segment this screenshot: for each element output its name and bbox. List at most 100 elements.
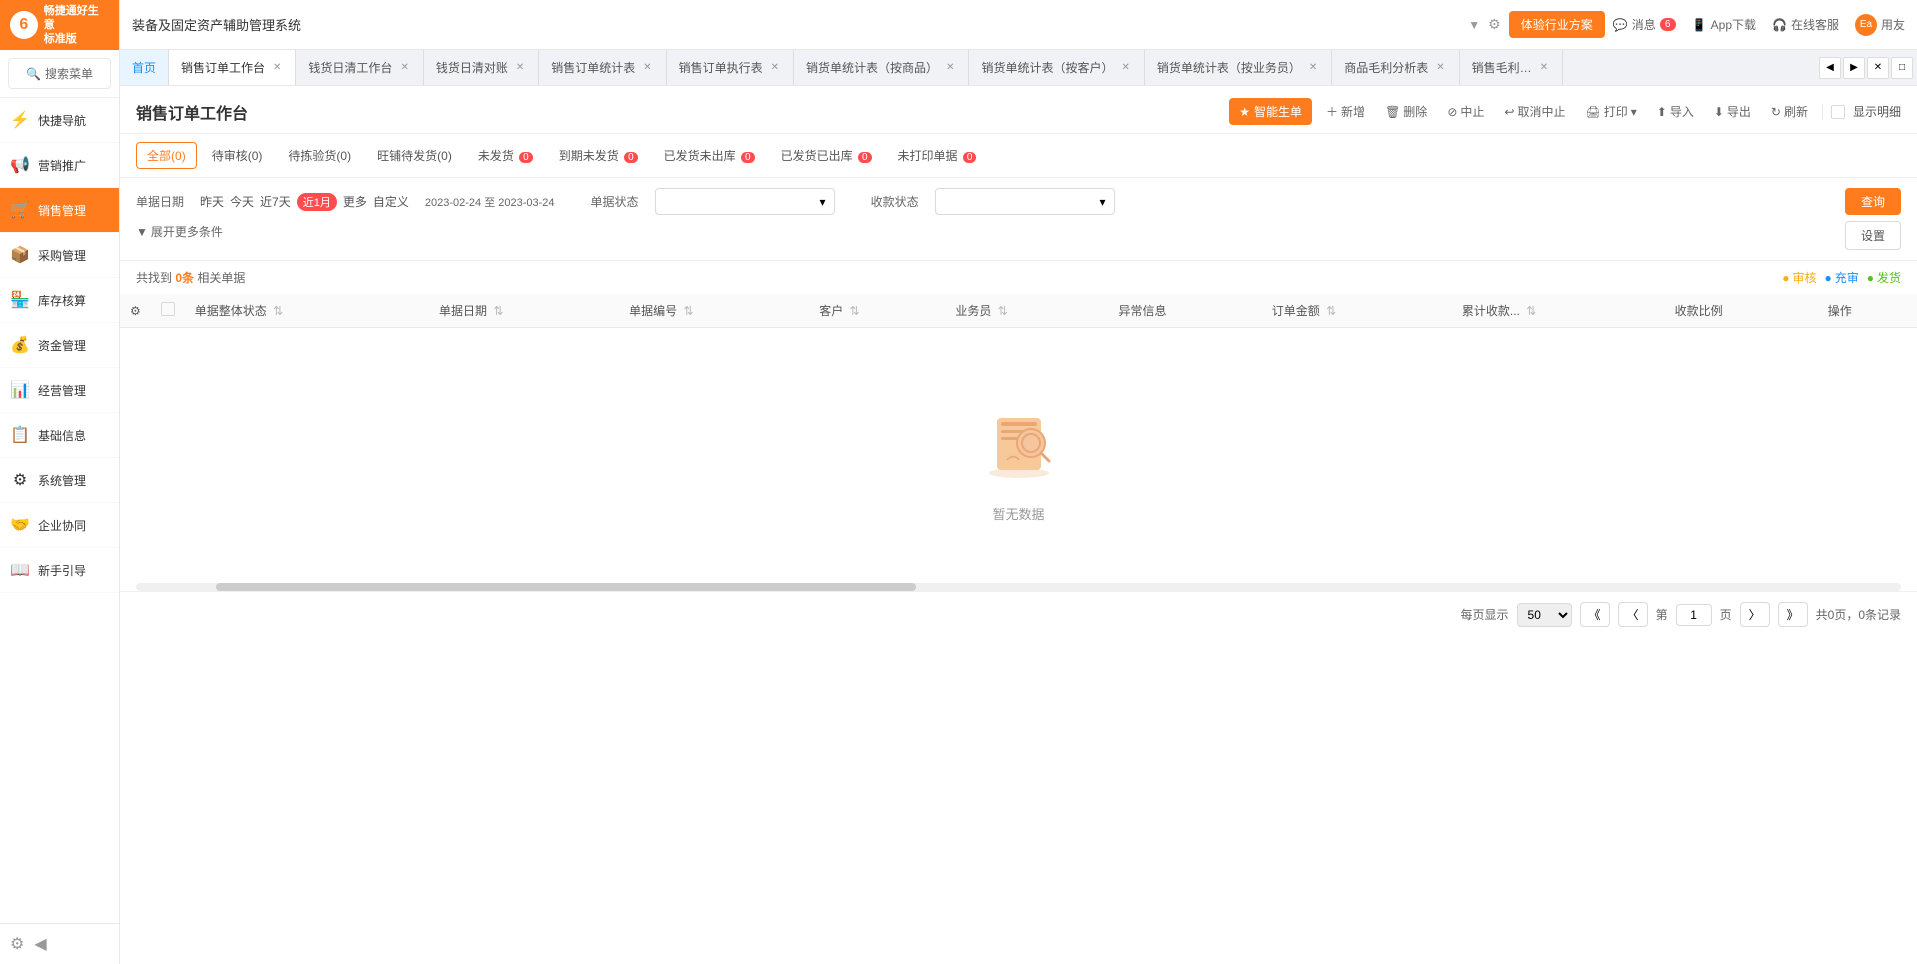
stop-button[interactable]: ⊘ 中止 — [1441, 99, 1490, 124]
sidebar-item-management[interactable]: 📊 经营管理 — [0, 368, 119, 413]
date-opt-custom[interactable]: 自定义 — [373, 193, 409, 210]
tab-sales-margin-close[interactable]: ✕ — [1538, 60, 1550, 75]
cancel-stop-button[interactable]: ↩ 取消中止 — [1498, 99, 1571, 124]
batch-cancel-button[interactable]: ● 充审 — [1824, 269, 1858, 286]
tab-customer-stats-close[interactable]: ✕ — [1119, 60, 1131, 75]
subtab-unprinted[interactable]: 未打印单据 0 — [887, 142, 988, 169]
tab-reconciliation[interactable]: 钱货日清对账 ✕ — [424, 50, 539, 86]
th-staff[interactable]: 业务员 ⇅ — [945, 294, 1108, 328]
subtab-wangpu-ship[interactable]: 旺铺待发货(0) — [366, 142, 463, 169]
batch-ship-button[interactable]: ● 发货 — [1867, 269, 1901, 286]
page-first-button[interactable]: 《 — [1580, 602, 1610, 627]
tab-sales-order-close[interactable]: ✕ — [271, 60, 283, 75]
dropdown-arrow-icon[interactable]: ▼ — [1468, 18, 1480, 32]
horizontal-scrollbar[interactable] — [136, 583, 1901, 591]
tab-sales-exec-close[interactable]: ✕ — [769, 60, 781, 75]
sidebar-item-purchase[interactable]: 📦 采购管理 — [0, 233, 119, 278]
subtab-expired-ship[interactable]: 到期未发货 0 — [548, 142, 649, 169]
tab-sales-exec[interactable]: 销售订单执行表 ✕ — [667, 50, 794, 86]
settings-gear-icon[interactable]: ⚙ — [1488, 16, 1501, 33]
export-button[interactable]: ⬇ 导出 — [1708, 99, 1757, 124]
tab-staff-stats[interactable]: 销货单统计表（按业务员） ✕ — [1145, 50, 1332, 86]
query-button[interactable]: 查询 — [1845, 188, 1901, 215]
scrollbar-thumb[interactable] — [216, 583, 916, 591]
status-select[interactable]: ▾ — [655, 188, 835, 215]
setting-button[interactable]: 设置 — [1845, 221, 1901, 250]
delete-button[interactable]: 🗑 删除 — [1379, 99, 1433, 124]
th-customer[interactable]: 客户 ⇅ — [809, 294, 945, 328]
th-number[interactable]: 单据编号 ⇅ — [619, 294, 809, 328]
page-header: 销售订单工作台 ★ 智能生单 ＋ 新增 🗑 删除 ⊘ 中止 — [120, 86, 1917, 134]
online-service-item[interactable]: 🎧 在线客服 — [1772, 16, 1839, 33]
tab-arrow-next[interactable]: ▶ — [1843, 57, 1865, 79]
sidebar-settings-icon[interactable]: ⚙ — [10, 934, 24, 954]
page-prev-button[interactable]: 〈 — [1618, 602, 1648, 627]
sidebar-item-quick-nav[interactable]: ⚡ 快捷导航 — [0, 98, 119, 143]
page-last-button[interactable]: 》 — [1778, 602, 1808, 627]
subtab-all[interactable]: 全部(0) — [136, 142, 197, 169]
th-date[interactable]: 单据日期 ⇅ — [429, 294, 619, 328]
sidebar-item-inventory[interactable]: 🏪 库存核算 — [0, 278, 119, 323]
tab-sales-stats[interactable]: 销售订单统计表 ✕ — [539, 50, 666, 86]
th-status[interactable]: 单据整体状态 ⇅ — [185, 294, 429, 328]
date-opt-yesterday[interactable]: 昨天 — [200, 193, 224, 210]
date-opt-1month[interactable]: 近1月 — [297, 193, 337, 211]
industry-solution-button[interactable]: 体验行业方案 — [1509, 11, 1605, 38]
sidebar-item-basic-info[interactable]: 📋 基础信息 — [0, 413, 119, 458]
add-button[interactable]: ＋ 新增 — [1320, 99, 1371, 124]
tab-sales-order[interactable]: 销售订单工作台 ✕ — [169, 50, 296, 86]
tab-customer-stats[interactable]: 销货单统计表（按客户） ✕ — [969, 50, 1144, 86]
page-next-button[interactable]: 〉 — [1740, 602, 1770, 627]
subtab-unshipped[interactable]: 未发货 0 — [467, 142, 544, 169]
search-menu-button[interactable]: 🔍 搜索菜单 — [8, 58, 111, 89]
sidebar-item-guide[interactable]: 📖 新手引导 — [0, 548, 119, 593]
tab-maximize[interactable]: □ — [1891, 57, 1913, 79]
subtab-shipped-not-out[interactable]: 已发货未出库 0 — [653, 142, 766, 169]
content-area: 销售订单工作台 ★ 智能生单 ＋ 新增 🗑 删除 ⊘ 中止 — [120, 86, 1917, 964]
app-download-item[interactable]: 📱 App下载 — [1692, 16, 1756, 33]
subtab-pending-inspect[interactable]: 待拣验货(0) — [277, 142, 362, 169]
expand-conditions-button[interactable]: ▼ 展开更多条件 — [136, 223, 223, 240]
payment-select[interactable]: ▾ — [935, 188, 1115, 215]
tab-home[interactable]: 首页 — [120, 50, 169, 86]
sidebar-item-enterprise[interactable]: 🤝 企业协同 — [0, 503, 119, 548]
unshipped-badge: 0 — [519, 152, 533, 163]
tab-margin-analysis[interactable]: 商品毛利分析表 ✕ — [1332, 50, 1459, 86]
tab-goods-stats[interactable]: 销货单统计表（按商品） ✕ — [794, 50, 969, 86]
tab-sales-stats-close[interactable]: ✕ — [641, 60, 653, 75]
tab-staff-stats-close[interactable]: ✕ — [1307, 60, 1319, 75]
tab-arrow-prev[interactable]: ◀ — [1819, 57, 1841, 79]
sidebar-item-finance[interactable]: 💰 资金管理 — [0, 323, 119, 368]
print-button[interactable]: 🖨 打印 ▾ — [1579, 99, 1642, 124]
subtab-pending-review[interactable]: 待审核(0) — [201, 142, 274, 169]
import-button[interactable]: ⬆ 导入 — [1651, 99, 1700, 124]
tab-goods-stats-close[interactable]: ✕ — [944, 60, 956, 75]
sidebar-collapse-icon[interactable]: ◀ — [34, 934, 46, 954]
sidebar-item-system[interactable]: ⚙ 系统管理 — [0, 458, 119, 503]
sidebar-item-sales[interactable]: 🛒 销售管理 — [0, 188, 119, 233]
refresh-button[interactable]: ↻ 刷新 — [1765, 99, 1814, 124]
tab-money-clear[interactable]: 钱货日清工作台 ✕ — [296, 50, 423, 86]
show-detail-checkbox[interactable] — [1831, 105, 1845, 119]
date-opt-today[interactable]: 今天 — [230, 193, 254, 210]
tab-close-all[interactable]: ✕ — [1867, 57, 1889, 79]
per-page-select[interactable]: 50 100 200 — [1517, 603, 1572, 627]
tab-margin-close[interactable]: ✕ — [1434, 60, 1446, 75]
date-opt-more[interactable]: 更多 — [343, 193, 367, 210]
tab-reconciliation-close[interactable]: ✕ — [514, 60, 526, 75]
tab-sales-margin[interactable]: 销售毛利… ✕ — [1460, 50, 1563, 86]
subtab-shipped-out[interactable]: 已发货已出库 0 — [770, 142, 883, 169]
message-item[interactable]: 💬 消息 6 — [1613, 16, 1676, 33]
batch-review-button[interactable]: ● 审核 — [1782, 269, 1816, 286]
tab-money-clear-close[interactable]: ✕ — [398, 60, 410, 75]
select-all-checkbox[interactable] — [161, 302, 175, 316]
th-checkbox[interactable] — [151, 294, 185, 328]
th-amount[interactable]: 订单金额 ⇅ — [1262, 294, 1452, 328]
page-number-input[interactable] — [1676, 604, 1712, 626]
user-item[interactable]: Ea 用友 — [1855, 14, 1905, 36]
th-settings[interactable]: ⚙ — [120, 294, 151, 328]
smart-order-button[interactable]: ★ 智能生单 — [1229, 98, 1312, 125]
th-cumulative[interactable]: 累计收款... ⇅ — [1452, 294, 1665, 328]
sidebar-item-marketing[interactable]: 📢 营销推广 — [0, 143, 119, 188]
date-opt-7days[interactable]: 近7天 — [260, 193, 291, 210]
